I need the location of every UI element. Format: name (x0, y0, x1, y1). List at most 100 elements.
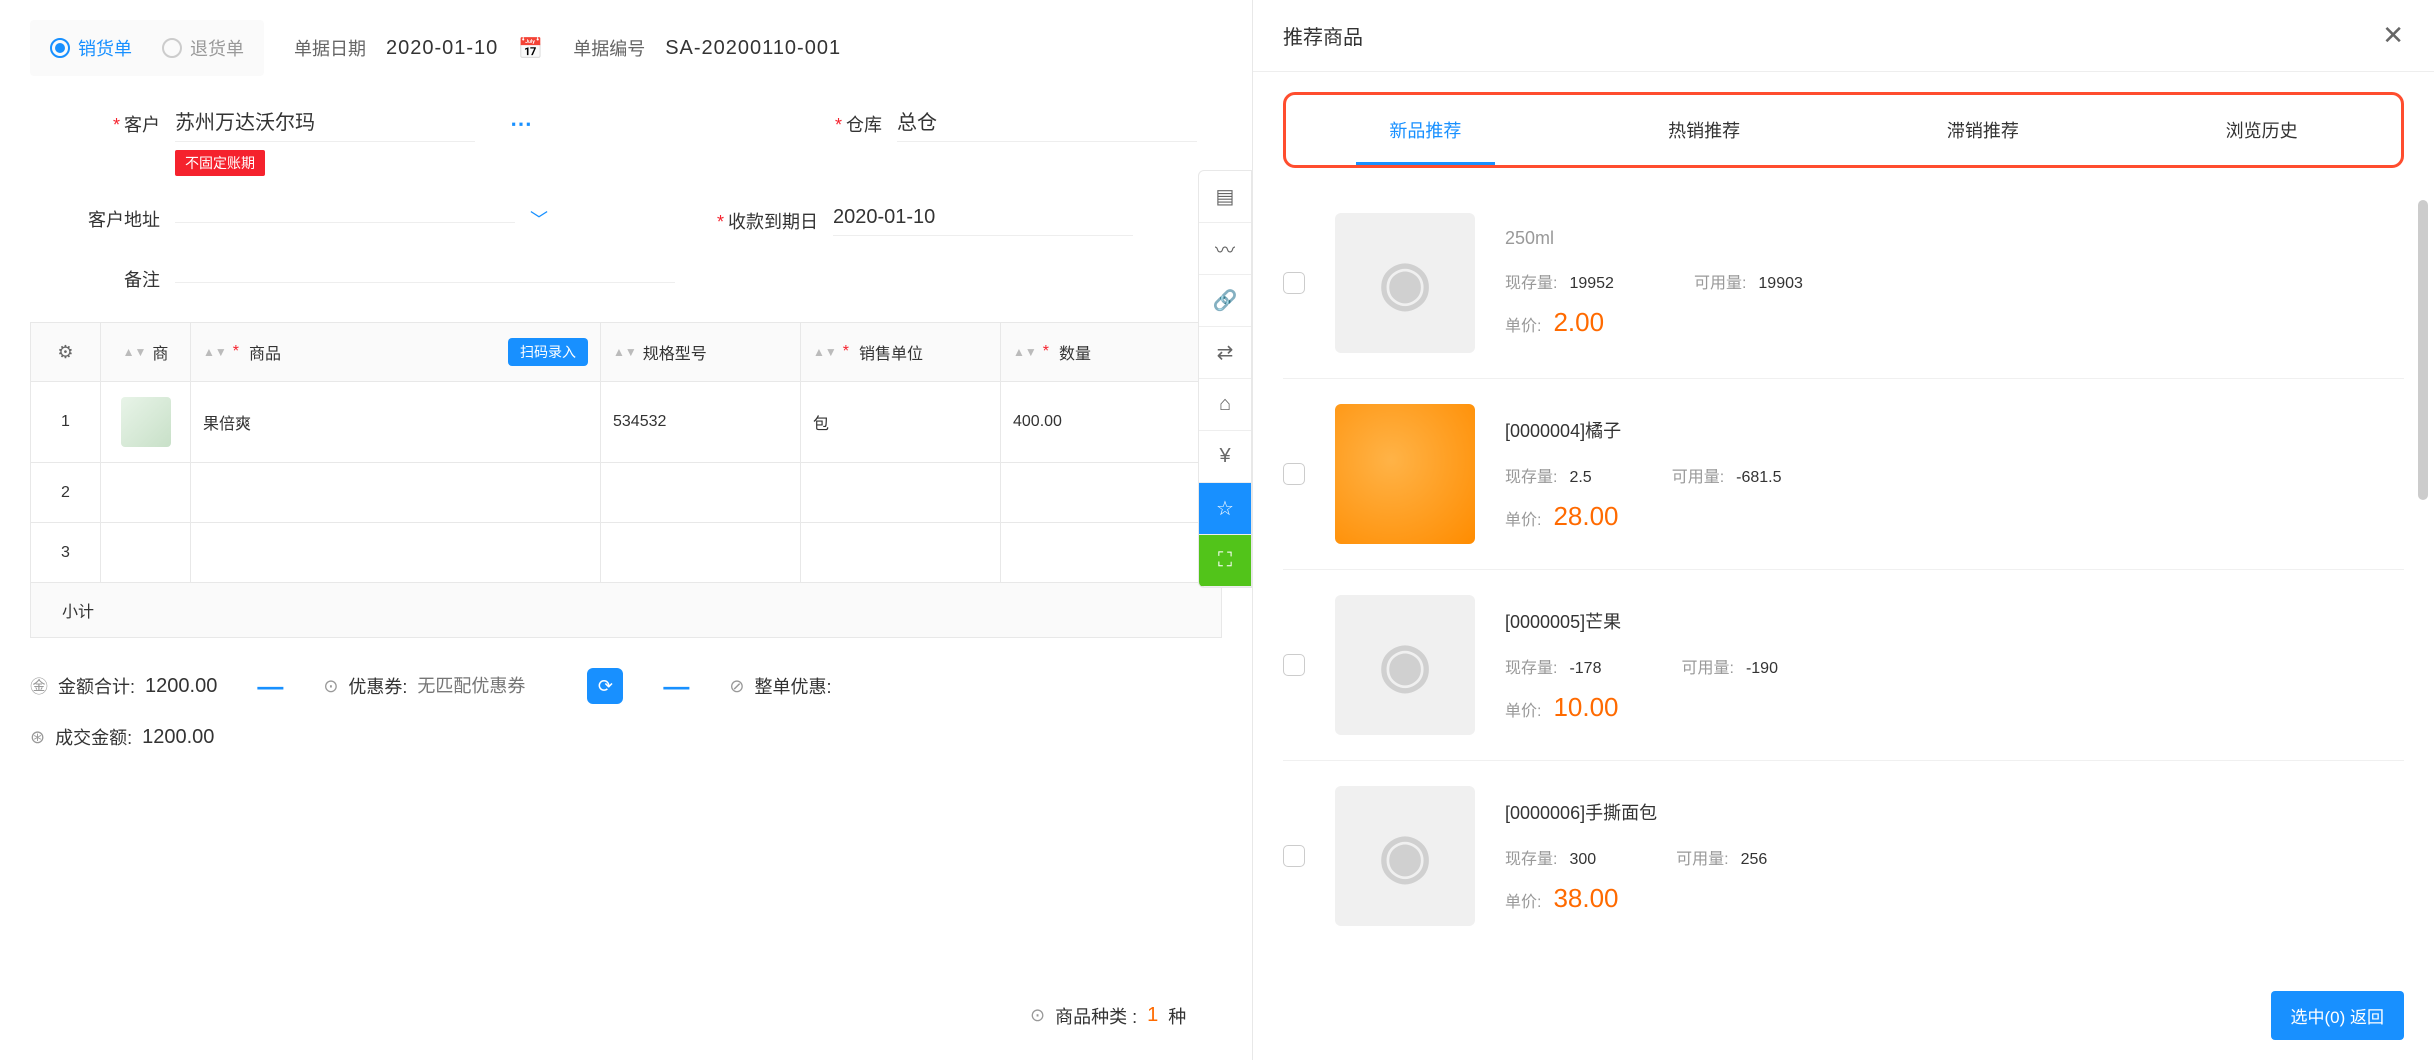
stock-label: 现存量: (1505, 660, 1557, 677)
shelter-icon[interactable]: ⌂ (1199, 379, 1251, 431)
item-name: [0000004]橘子 (1505, 417, 2404, 443)
return-order-radio[interactable]: 退货单 (162, 35, 244, 61)
row-product[interactable] (191, 523, 601, 582)
item-checkbox[interactable] (1283, 845, 1305, 867)
stock-label: 现存量: (1505, 275, 1557, 292)
row-qty[interactable]: 400.00 (1001, 382, 1141, 462)
avail-label: 可用量: (1672, 469, 1724, 486)
row-product[interactable]: 果倍爽 (191, 382, 601, 462)
warehouse-value[interactable]: 总仓 (897, 106, 1197, 142)
col-image[interactable]: ▲▼商 (101, 323, 191, 381)
sales-order-radio[interactable]: 销货单 (50, 35, 132, 61)
customer-select-icon[interactable]: ⋯ (510, 111, 532, 137)
kind-count: 1 (1147, 1004, 1158, 1027)
order-type-radio-group: 销货单 退货单 (30, 20, 264, 76)
row-qty[interactable] (1001, 523, 1141, 582)
table-row[interactable]: 3 (31, 523, 1221, 583)
address-value[interactable] (175, 216, 515, 223)
price-label: 单价: (1505, 506, 1541, 530)
item-thumbnail (1335, 404, 1475, 544)
due-date-value[interactable]: 2020-01-10 (833, 206, 1133, 236)
price-value: 2.00 (1553, 307, 1604, 338)
row-qty[interactable] (1001, 463, 1141, 522)
recommend-tab[interactable]: 新品推荐 (1286, 95, 1565, 165)
stock-value: 2.5 (1569, 469, 1591, 486)
chevron-down-icon[interactable]: ﹀ (530, 206, 548, 232)
row-unit[interactable] (801, 523, 1001, 582)
minus-icon: — (257, 671, 283, 702)
currency-icon[interactable]: ¥ (1199, 431, 1251, 483)
avail-value: -190 (1746, 660, 1778, 677)
deal-icon: ⊛ (30, 727, 45, 748)
radio-unchecked-icon (162, 38, 182, 58)
recommend-tab[interactable]: 热销推荐 (1565, 95, 1844, 165)
deal-label: 成交金额: (55, 724, 132, 750)
row-thumb (101, 382, 191, 462)
expand-icon[interactable]: ⛶ (1199, 535, 1251, 587)
coupon-input[interactable] (417, 676, 577, 697)
recommend-item: ◉ 250ml 现存量:19952 可用量:19903 单价: 2.00 (1283, 188, 2404, 379)
table-row[interactable]: 2 (31, 463, 1221, 523)
yen-icon: ㊎ (30, 673, 48, 699)
close-icon[interactable]: ✕ (2382, 20, 2404, 51)
avail-label: 可用量: (1681, 660, 1733, 677)
item-checkbox[interactable] (1283, 654, 1305, 676)
item-checkbox[interactable] (1283, 463, 1305, 485)
price-value: 28.00 (1553, 501, 1618, 532)
recommend-item: [0000004]橘子 现存量: 2.5 可用量: -681.5 单价: 28.00 (1283, 379, 2404, 570)
col-qty[interactable]: ▲▼*数量 (1001, 323, 1141, 381)
row-unit[interactable] (801, 463, 1001, 522)
whole-discount-label: 整单优惠: (755, 673, 832, 699)
row-thumb (101, 463, 191, 522)
row-spec[interactable] (601, 523, 801, 582)
col-spec[interactable]: ▲▼规格型号 (601, 323, 801, 381)
chart-icon[interactable]: 〰 (1199, 223, 1251, 275)
item-checkbox[interactable] (1283, 272, 1305, 294)
row-unit[interactable]: 包 (801, 382, 1001, 462)
star-icon[interactable]: ☆ (1199, 483, 1251, 535)
row-index: 2 (31, 463, 101, 522)
recommend-item: ◉ [0000005]芒果 现存量:-178 可用量:-190 单价: 10.0… (1283, 570, 2404, 761)
stock-value: 300 (1569, 851, 1596, 868)
refresh-icon[interactable]: ⟳ (587, 668, 623, 704)
row-product[interactable] (191, 463, 601, 522)
scan-input-button[interactable]: 扫码录入 (508, 338, 588, 366)
doc-date-value[interactable]: 2020-01-10 (386, 37, 498, 60)
price-label: 单价: (1505, 888, 1541, 912)
row-spec[interactable] (601, 463, 801, 522)
scrollbar[interactable] (2418, 200, 2428, 500)
total-label: 金额合计: (58, 673, 135, 699)
avail-value: -681.5 (1736, 469, 1781, 486)
warehouse-label: *仓库 (752, 111, 882, 137)
gear-icon[interactable]: ⚙ (57, 342, 73, 363)
sales-order-label: 销货单 (78, 35, 132, 61)
recommend-tab[interactable]: 滞销推荐 (1844, 95, 2123, 165)
item-name: [0000006]手撕面包 (1505, 799, 2404, 825)
recommend-tab[interactable]: 浏览历史 (2122, 95, 2401, 165)
item-thumbnail: ◉ (1335, 213, 1475, 353)
calendar-icon[interactable]: 📅 (518, 36, 543, 61)
avail-label: 可用量: (1694, 275, 1746, 292)
stock-label: 现存量: (1505, 851, 1557, 868)
col-product[interactable]: ▲▼*商品扫码录入 (191, 323, 601, 381)
remark-value[interactable] (175, 276, 675, 283)
category-icon: ⊙ (1030, 1005, 1045, 1026)
row-spec[interactable]: 534532 (601, 382, 801, 462)
price-value: 38.00 (1553, 883, 1618, 914)
customer-value[interactable]: 苏州万达沃尔玛 (175, 106, 475, 142)
link-icon[interactable]: 🔗 (1199, 275, 1251, 327)
exchange-icon[interactable]: ⇄ (1199, 327, 1251, 379)
discount-icon: ⊘ (729, 676, 744, 697)
payment-term-badge: 不固定账期 (175, 150, 265, 176)
stock-value: -178 (1569, 660, 1601, 677)
table-row[interactable]: 1 果倍爽 534532 包 400.00 (31, 382, 1221, 463)
col-unit[interactable]: ▲▼*销售单位 (801, 323, 1001, 381)
stock-label: 现存量: (1505, 469, 1557, 486)
select-return-button[interactable]: 选中(0) 返回 (2271, 991, 2405, 1040)
deal-value: 1200.00 (142, 726, 214, 749)
doc-icon[interactable]: ▤ (1199, 171, 1251, 223)
row-thumb (101, 523, 191, 582)
recommend-item: ◉ [0000006]手撕面包 现存量:300 可用量:256 单价: 38.0… (1283, 761, 2404, 948)
price-value: 10.00 (1553, 692, 1618, 723)
total-value: 1200.00 (145, 675, 217, 698)
